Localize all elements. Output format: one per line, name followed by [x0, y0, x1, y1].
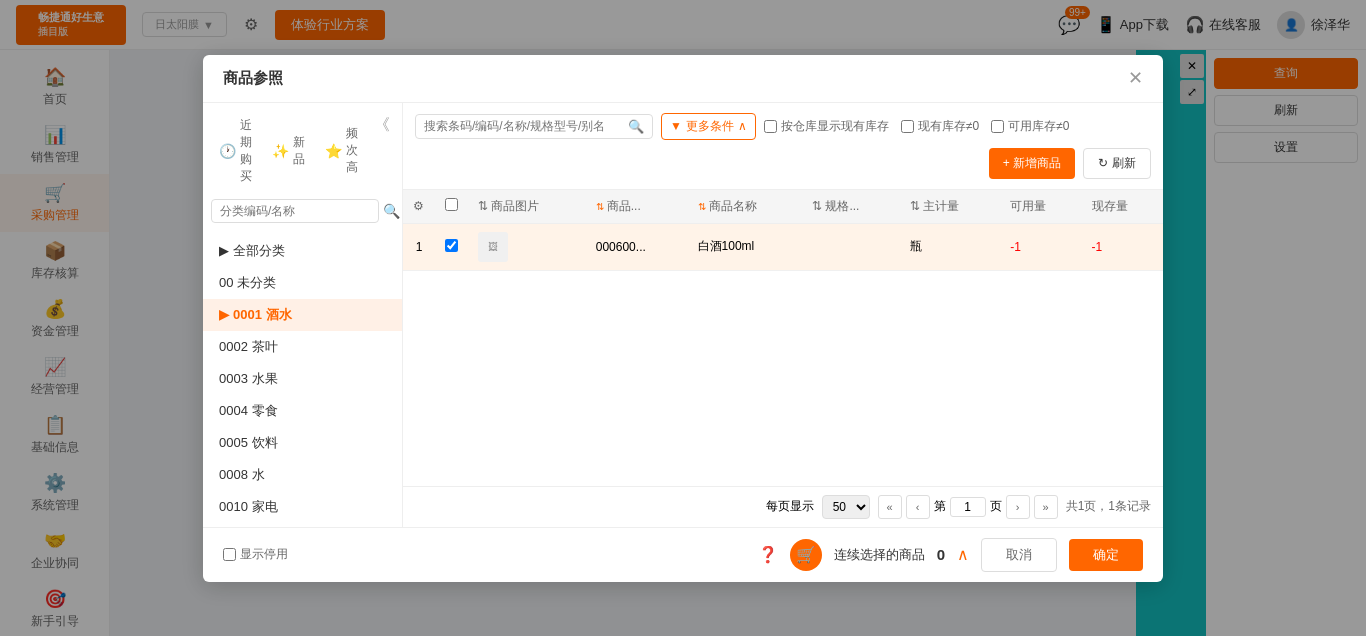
new-icon: ✨: [272, 143, 289, 159]
show-disabled-checkbox[interactable]: 显示停用: [223, 546, 288, 563]
next-page-button[interactable]: ›: [1006, 495, 1030, 519]
help-icon[interactable]: ❓: [758, 545, 778, 564]
modal-footer: 显示停用 ❓ 🛒 连续选择的商品 0 ∧ 取消 确定: [203, 527, 1163, 582]
th-available: 可用量: [1000, 190, 1081, 224]
first-page-button[interactable]: «: [878, 495, 902, 519]
page-number-input[interactable]: [950, 497, 986, 517]
table-row[interactable]: 1 🖼 000600... 白酒100ml 瓶 -1 -1: [403, 223, 1163, 270]
pagination: 每页显示 50 « ‹ 第 页 › » 共1页，1条记录: [403, 486, 1163, 527]
refresh-icon: ↻: [1098, 156, 1108, 170]
product-thumbnail: 🖼: [478, 232, 508, 262]
th-image: ⇅ 商品图片: [468, 190, 586, 224]
last-page-button[interactable]: »: [1034, 495, 1058, 519]
prev-page-button[interactable]: ‹: [906, 495, 930, 519]
table-header-row: ⚙ ⇅ 商品图片 ⇅: [403, 190, 1163, 224]
category-search-icon[interactable]: 🔍: [383, 203, 400, 219]
th-unit: ⇅ 主计量: [900, 190, 1000, 224]
modal-body: 🕐 近期购买 ✨ 新品 ⭐ 频次高 《 🔍: [203, 103, 1163, 527]
row-code: 000600...: [586, 223, 688, 270]
refresh-button[interactable]: ↻ 刷新: [1083, 148, 1151, 179]
row-index: 1: [403, 223, 435, 270]
row-available: -1: [1000, 223, 1081, 270]
cat1-arrow-icon: ▶: [219, 307, 229, 322]
category-item-6[interactable]: 0008 水: [203, 459, 402, 491]
row-image: 🖼: [468, 223, 586, 270]
left-tabs: 🕐 近期购买 ✨ 新品 ⭐ 频次高 《: [203, 103, 402, 191]
more-filters-button[interactable]: ▼ 更多条件 ∧: [661, 113, 756, 140]
modal-left-panel: 🕐 近期购买 ✨ 新品 ⭐ 频次高 《 🔍: [203, 103, 403, 527]
tab-new[interactable]: ✨ 新品: [264, 111, 313, 191]
checkbox-stock-nonzero-input[interactable]: [901, 120, 914, 133]
category-item-all[interactable]: ▶ 全部分类: [203, 235, 402, 267]
product-reference-modal: 商品参照 ✕ 🕐 近期购买 ✨ 新品 ⭐ 频次高: [203, 55, 1163, 582]
collapse-left-button[interactable]: 《: [370, 111, 394, 191]
product-search-input[interactable]: [424, 119, 624, 133]
checkbox-warehouse[interactable]: 按仓库显示现有库存: [764, 118, 889, 135]
filter-checkboxes: 按仓库显示现有库存 现有库存≠0 可用库存≠0: [764, 118, 1070, 135]
th-settings: ⚙: [403, 190, 435, 224]
frequent-icon: ⭐: [325, 143, 342, 159]
checkbox-available-nonzero-input[interactable]: [991, 120, 1004, 133]
row-checkbox[interactable]: [435, 223, 468, 270]
footer-collapse-icon[interactable]: ∧: [957, 545, 969, 564]
row-name: 白酒100ml: [688, 223, 803, 270]
category-item-7[interactable]: 0010 家电: [203, 491, 402, 523]
filter-icon: ▼: [670, 119, 682, 133]
all-arrow-icon: ▶: [219, 243, 229, 258]
confirm-button[interactable]: 确定: [1069, 539, 1143, 571]
modal-overlay: 商品参照 ✕ 🕐 近期购买 ✨ 新品 ⭐ 频次高: [0, 0, 1366, 636]
category-list: ▶ 全部分类 00 未分类 ▶ 0001 酒水 0002 茶叶 0003 水果: [203, 231, 402, 527]
cancel-button[interactable]: 取消: [981, 538, 1057, 572]
modal-toolbar: 🔍 ▼ 更多条件 ∧ 按仓库显示现有库存 现: [403, 103, 1163, 190]
product-search-bar: 🔍: [415, 114, 653, 139]
product-search-icon[interactable]: 🔍: [628, 119, 644, 134]
checkbox-available-nonzero[interactable]: 可用库存≠0: [991, 118, 1069, 135]
checkbox-warehouse-input[interactable]: [764, 120, 777, 133]
row-spec: [802, 223, 899, 270]
th-checkbox: [435, 190, 468, 224]
page-nav: « ‹ 第 页 › »: [878, 495, 1058, 519]
modal-header: 商品参照 ✕: [203, 55, 1163, 103]
product-table-wrap: ⚙ ⇅ 商品图片 ⇅: [403, 190, 1163, 486]
category-item-0[interactable]: 00 未分类: [203, 267, 402, 299]
th-name: ⇅ 商品名称: [688, 190, 803, 224]
add-product-button[interactable]: + 新增商品: [989, 148, 1075, 179]
category-item-1[interactable]: ▶ 0001 酒水: [203, 299, 402, 331]
recent-icon: 🕐: [219, 143, 236, 159]
category-item-3[interactable]: 0003 水果: [203, 363, 402, 395]
row-select-checkbox[interactable]: [445, 239, 458, 252]
name-sort-icon: ⇅: [698, 201, 706, 212]
tab-recent[interactable]: 🕐 近期购买: [211, 111, 260, 191]
checkbox-stock-nonzero[interactable]: 现有库存≠0: [901, 118, 979, 135]
th-code: ⇅ 商品...: [586, 190, 688, 224]
row-unit: 瓶: [900, 223, 1000, 270]
filter-up-icon: ∧: [738, 119, 747, 133]
th-spec: ⇅ 规格...: [802, 190, 899, 224]
row-stock: -1: [1082, 223, 1163, 270]
code-sort-icon: ⇅: [596, 201, 604, 212]
cart-button[interactable]: 🛒: [790, 539, 822, 571]
tab-frequent[interactable]: ⭐ 频次高: [317, 111, 366, 191]
category-item-2[interactable]: 0002 茶叶: [203, 331, 402, 363]
modal-close-button[interactable]: ✕: [1128, 69, 1143, 87]
category-item-5[interactable]: 0005 饮料: [203, 427, 402, 459]
category-search-bar: 🔍: [203, 191, 402, 231]
product-table: ⚙ ⇅ 商品图片 ⇅: [403, 190, 1163, 271]
modal-title: 商品参照: [223, 69, 283, 88]
select-all-checkbox[interactable]: [445, 198, 458, 211]
modal-right-panel: 🔍 ▼ 更多条件 ∧ 按仓库显示现有库存 现: [403, 103, 1163, 527]
toolbar-right-buttons: + 新增商品 ↻ 刷新: [989, 148, 1151, 179]
category-search-input[interactable]: [211, 199, 379, 223]
category-item-4[interactable]: 0004 零食: [203, 395, 402, 427]
show-disabled-input[interactable]: [223, 548, 236, 561]
page-size-select[interactable]: 50: [822, 495, 870, 519]
th-stock: 现存量: [1082, 190, 1163, 224]
